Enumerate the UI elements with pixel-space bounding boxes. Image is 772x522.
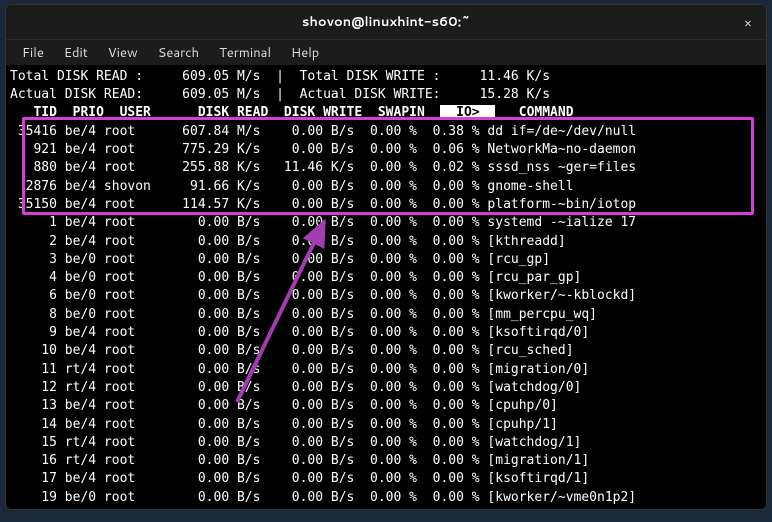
menubar: File Edit View Search Terminal Help: [6, 40, 766, 66]
column-header[interactable]: TID PRIO USER DISK READ DISK WRITE SWAPI…: [10, 104, 762, 122]
process-row: 2 be/4 root 0.00 B/s 0.00 B/s 0.00 % 0.0…: [10, 233, 762, 251]
menu-search[interactable]: Search: [148, 41, 209, 65]
terminal-output[interactable]: Total DISK READ : 609.05 M/s | Total DIS…: [6, 66, 766, 509]
process-row: 6 be/0 root 0.00 B/s 0.00 B/s 0.00 % 0.0…: [10, 287, 762, 305]
menu-edit[interactable]: Edit: [54, 41, 98, 65]
process-row: 16 rt/4 root 0.00 B/s 0.00 B/s 0.00 % 0.…: [10, 452, 762, 470]
process-row: 17 be/4 root 0.00 B/s 0.00 B/s 0.00 % 0.…: [10, 470, 762, 488]
process-row: 14 be/4 root 0.00 B/s 0.00 B/s 0.00 % 0.…: [10, 416, 762, 434]
summary-actual: Actual DISK READ: 609.05 M/s | Actual DI…: [10, 86, 762, 104]
menu-view[interactable]: View: [98, 41, 148, 65]
process-row: 8 be/0 root 0.00 B/s 0.00 B/s 0.00 % 0.0…: [10, 306, 762, 324]
window-title: shovon@linuxhint-s60:~: [302, 13, 470, 31]
process-row: 35416 be/4 root 607.84 M/s 0.00 B/s 0.00…: [10, 123, 762, 141]
process-row: 15 rt/4 root 0.00 B/s 0.00 B/s 0.00 % 0.…: [10, 434, 762, 452]
process-row: 4 be/0 root 0.00 B/s 0.00 B/s 0.00 % 0.0…: [10, 269, 762, 287]
titlebar[interactable]: shovon@linuxhint-s60:~ ✕: [6, 5, 766, 40]
terminal-window: shovon@linuxhint-s60:~ ✕ File Edit View …: [5, 4, 767, 510]
process-row: 921 be/4 root 775.29 K/s 0.00 B/s 0.00 %…: [10, 141, 762, 159]
menu-file[interactable]: File: [12, 41, 54, 65]
process-row: 10 be/4 root 0.00 B/s 0.00 B/s 0.00 % 0.…: [10, 342, 762, 360]
process-row: 9 be/4 root 0.00 B/s 0.00 B/s 0.00 % 0.0…: [10, 324, 762, 342]
close-icon[interactable]: ✕: [738, 13, 758, 33]
process-row: 19 be/0 root 0.00 B/s 0.00 B/s 0.00 % 0.…: [10, 489, 762, 507]
process-row: 3 be/0 root 0.00 B/s 0.00 B/s 0.00 % 0.0…: [10, 251, 762, 269]
process-row: 12 rt/4 root 0.00 B/s 0.00 B/s 0.00 % 0.…: [10, 379, 762, 397]
summary-total: Total DISK READ : 609.05 M/s | Total DIS…: [10, 68, 762, 86]
process-row: 1 be/4 root 0.00 B/s 0.00 B/s 0.00 % 0.0…: [10, 214, 762, 232]
process-row: 35150 be/4 root 114.57 K/s 0.00 B/s 0.00…: [10, 196, 762, 214]
menu-terminal[interactable]: Terminal: [209, 41, 281, 65]
process-row: 13 be/4 root 0.00 B/s 0.00 B/s 0.00 % 0.…: [10, 397, 762, 415]
process-row: 2876 be/4 shovon 91.66 K/s 0.00 B/s 0.00…: [10, 178, 762, 196]
process-row: 11 rt/4 root 0.00 B/s 0.00 B/s 0.00 % 0.…: [10, 361, 762, 379]
process-row: 880 be/4 root 255.88 K/s 11.46 K/s 0.00 …: [10, 159, 762, 177]
menu-help[interactable]: Help: [281, 41, 329, 65]
